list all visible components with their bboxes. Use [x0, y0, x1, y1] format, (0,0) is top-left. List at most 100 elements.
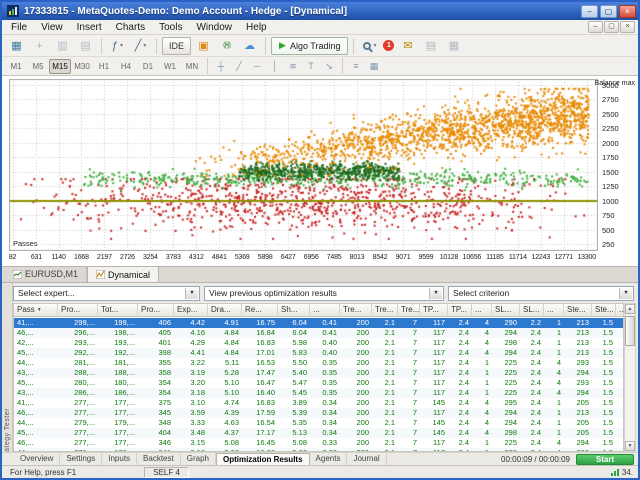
- scrollbar-thumb[interactable]: [625, 316, 635, 346]
- result-row[interactable]: 46,... 277,... 177,... 345 3.59 4.39 17.59 5.39…: [14, 408, 623, 418]
- column-header[interactable]: Pass ▼: [14, 304, 58, 317]
- result-row[interactable]: 44,... 281,... 181,... 355 3.22 5.11 16.53 5.50…: [14, 358, 623, 368]
- optimization-scatter-chart[interactable]: [9, 79, 598, 251]
- result-row[interactable]: 45,... 277,... 177,... 404 3.48 4.37 17.17 5.13…: [14, 428, 623, 438]
- fibonacci-icon[interactable]: ≋: [284, 59, 302, 74]
- vps-cloud-icon[interactable]: ☁: [239, 36, 260, 55]
- tester-tab-agents[interactable]: Agents: [310, 452, 348, 466]
- child-minimize-button[interactable]: –: [588, 21, 603, 33]
- algo-trading-button[interactable]: ▶ Algo Trading: [271, 36, 349, 55]
- column-header[interactable]: SL...: [520, 304, 544, 317]
- close-button[interactable]: ×: [619, 4, 636, 18]
- timeframe-m1[interactable]: M1: [5, 59, 27, 74]
- market-icon[interactable]: ▣: [193, 36, 214, 55]
- column-header[interactable]: TP...: [448, 304, 472, 317]
- chart-tab-eurusd[interactable]: EURUSD,M1: [5, 266, 88, 282]
- select-expert-dropdown[interactable]: Select expert... ▼: [13, 286, 200, 301]
- column-header[interactable]: ...: [310, 304, 340, 317]
- column-header[interactable]: SL...: [492, 304, 520, 317]
- result-row[interactable]: 43,... 286,... 186,... 354 3.18 5.10 16.40 5.45…: [14, 388, 623, 398]
- child-close-button[interactable]: ×: [620, 21, 635, 33]
- start-button[interactable]: Start: [576, 453, 634, 465]
- news-icon[interactable]: ▤: [420, 36, 441, 55]
- crosshair-icon[interactable]: ┼: [212, 59, 230, 74]
- notifications-badge[interactable]: 1: [383, 40, 395, 51]
- result-row[interactable]: 42,... 293,... 193,... 401 4.29 4.84 16.83 5.98…: [14, 338, 623, 348]
- new-chart-button[interactable]: ▦: [6, 36, 27, 55]
- column-header[interactable]: TP...: [420, 304, 448, 317]
- child-restore-button[interactable]: ▢: [604, 21, 619, 33]
- tester-tab-overview[interactable]: Overview: [14, 452, 61, 466]
- timeframe-mn[interactable]: MN: [181, 59, 203, 74]
- grid-icon[interactable]: ▦: [365, 59, 383, 74]
- mail-icon[interactable]: ✉: [397, 36, 418, 55]
- ide-button[interactable]: IDE: [162, 36, 192, 55]
- menu-tools[interactable]: Tools: [152, 20, 189, 35]
- chart-tab-dynamical[interactable]: Dynamical: [87, 266, 160, 282]
- tester-tab-inputs[interactable]: Inputs: [102, 452, 138, 466]
- tester-tab-settings[interactable]: Settings: [60, 452, 103, 466]
- column-header[interactable]: Dra...: [208, 304, 242, 317]
- vertical-line-icon[interactable]: │: [266, 59, 284, 74]
- indicators-button[interactable]: ƒ ▾: [107, 36, 128, 55]
- timeframe-m30[interactable]: M30: [71, 59, 93, 74]
- text-tool-icon[interactable]: T: [302, 59, 320, 74]
- column-header[interactable]: Tre...: [398, 304, 420, 317]
- result-row[interactable]: 44,... 279,... 179,... 348 3.33 4.63 16.54 5.35…: [14, 418, 623, 428]
- column-header[interactable]: Exp...: [174, 304, 208, 317]
- result-row[interactable]: 43,... 288,... 188,... 358 3.19 5.28 17.47 5.40…: [14, 368, 623, 378]
- horizontal-line-icon[interactable]: ─: [248, 59, 266, 74]
- menu-help[interactable]: Help: [239, 20, 274, 35]
- result-row[interactable]: 41,... 277,... 177,... 375 3.10 4.74 16.83 3.89…: [14, 398, 623, 408]
- vertical-scrollbar[interactable]: ▲ ▼: [624, 303, 636, 452]
- arrow-tool-icon[interactable]: ↘: [320, 59, 338, 74]
- cascade-windows-button[interactable]: ▤: [75, 36, 96, 55]
- search-button[interactable]: ▾: [359, 36, 380, 55]
- tester-tab-backtest[interactable]: Backtest: [137, 452, 181, 466]
- tile-windows-button[interactable]: ▥: [52, 36, 73, 55]
- column-header[interactable]: Ste...: [564, 304, 592, 317]
- column-header[interactable]: Pro...: [58, 304, 98, 317]
- result-row[interactable]: 46,... 296,... 198,... 405 4.16 4.84 16.84 6.04…: [14, 328, 623, 338]
- select-criterion-dropdown[interactable]: Select criterion ▼: [448, 286, 634, 301]
- signals-icon[interactable]: ((•)): [216, 36, 237, 55]
- optimization-results-dropdown[interactable]: View previous optimization results ▼: [204, 286, 444, 301]
- menu-charts[interactable]: Charts: [109, 20, 152, 35]
- calendar-icon[interactable]: ▦: [443, 36, 464, 55]
- timeframe-h4[interactable]: H4: [115, 59, 137, 74]
- menu-window[interactable]: Window: [189, 20, 239, 35]
- timeframe-w1[interactable]: W1: [159, 59, 181, 74]
- new-order-button[interactable]: +: [29, 36, 50, 55]
- title-bar[interactable]: 17333815 - MetaQuotes-Demo: Demo Account…: [2, 2, 638, 20]
- timeframe-h1[interactable]: H1: [93, 59, 115, 74]
- column-header[interactable]: ...: [544, 304, 564, 317]
- minimize-button[interactable]: –: [581, 4, 598, 18]
- column-header[interactable]: Tre...: [372, 304, 398, 317]
- column-header[interactable]: Sh...: [278, 304, 310, 317]
- scroll-down-button[interactable]: ▼: [625, 441, 635, 451]
- timeframe-m5[interactable]: M5: [27, 59, 49, 74]
- tester-tab-optimization-results[interactable]: Optimization Results: [215, 452, 310, 466]
- menu-view[interactable]: View: [34, 20, 70, 35]
- restore-button[interactable]: ▢: [600, 4, 617, 18]
- column-header[interactable]: ...: [616, 304, 623, 317]
- result-row[interactable]: 45,... 292,... 192,... 398 4.41 4.84 17.01 5.83…: [14, 348, 623, 358]
- menu-file[interactable]: File: [4, 20, 34, 35]
- timeframe-d1[interactable]: D1: [137, 59, 159, 74]
- column-header[interactable]: ...: [472, 304, 492, 317]
- timeframe-m15[interactable]: M15: [49, 58, 71, 74]
- result-row[interactable]: 46,... 277,... 177,... 346 3.15 5.08 16.45 5.08…: [14, 438, 623, 448]
- column-header[interactable]: Tre...: [340, 304, 372, 317]
- objects-button[interactable]: ╱ ▾: [130, 36, 151, 55]
- column-header[interactable]: Pro...: [138, 304, 174, 317]
- menu-insert[interactable]: Insert: [70, 20, 109, 35]
- objects-list-icon[interactable]: ≡: [347, 59, 365, 74]
- trendline-icon[interactable]: ╱: [230, 59, 248, 74]
- tester-tab-graph[interactable]: Graph: [181, 452, 216, 466]
- column-header[interactable]: Re...: [242, 304, 278, 317]
- column-header[interactable]: Ste...: [592, 304, 616, 317]
- result-row[interactable]: 45,... 280,... 180,... 354 3.20 5.10 16.47 5.47…: [14, 378, 623, 388]
- result-row[interactable]: 41,... 299,... 199,... 406 4.42 4.91 16.75 6.04…: [14, 318, 623, 328]
- tester-tab-journal[interactable]: Journal: [347, 452, 387, 466]
- column-header[interactable]: Tot...: [98, 304, 138, 317]
